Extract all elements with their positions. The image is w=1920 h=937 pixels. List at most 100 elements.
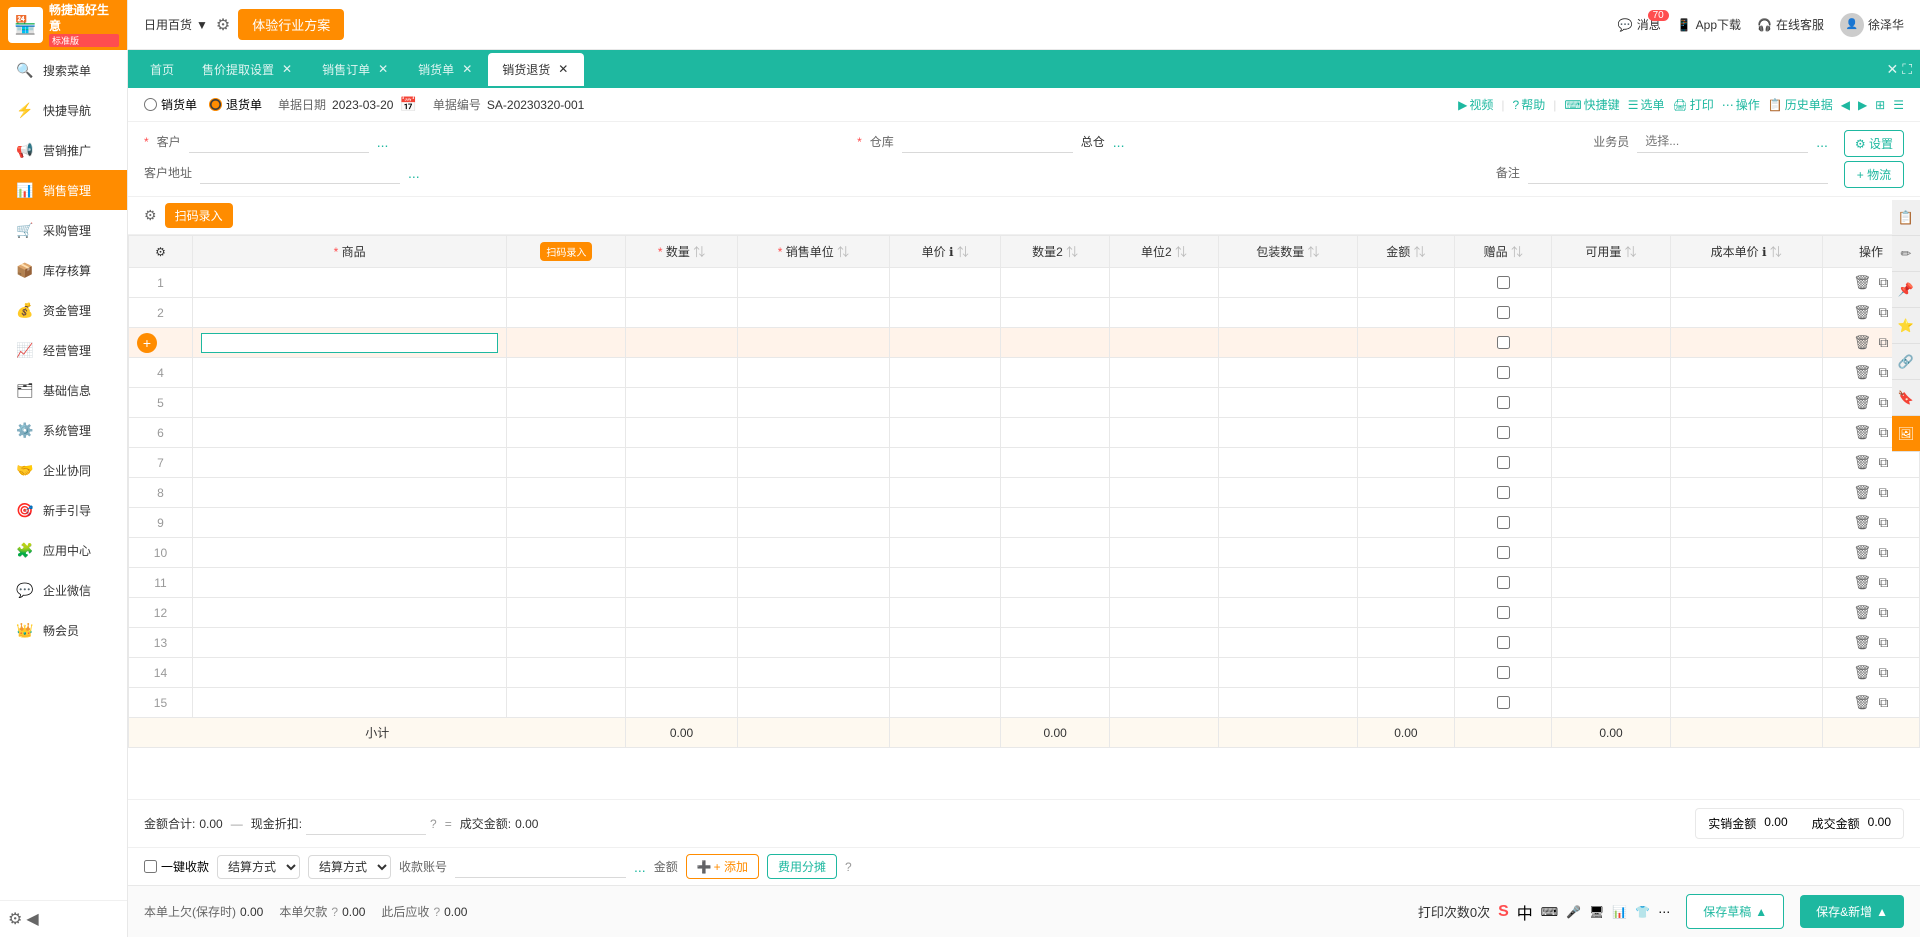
gift-checkbox-wrap[interactable] (1463, 546, 1543, 559)
delete-row-btn[interactable]: 🗑 (1851, 452, 1873, 473)
gift-checkbox[interactable] (1497, 276, 1510, 289)
sidebar-item-sales[interactable]: 📊销售管理 (0, 170, 127, 210)
next-btn[interactable]: ▶ (1858, 98, 1867, 112)
product-cell[interactable] (192, 538, 506, 568)
gift-checkbox-wrap[interactable] (1463, 426, 1543, 439)
gift-checkbox-wrap[interactable] (1463, 696, 1543, 709)
tab-close-price[interactable]: ✕ (280, 62, 294, 76)
tab-price[interactable]: 售价提取设置✕ (188, 53, 308, 86)
receivable-info-btn[interactable]: ? (433, 905, 440, 919)
list-view-btn[interactable]: ☰ (1893, 98, 1904, 112)
daily-select-btn[interactable]: 日用百货 ▼ (144, 16, 208, 33)
topbar-gear-btn[interactable]: ⚙ (216, 15, 230, 35)
copy-row-btn[interactable]: ⧉ (1877, 362, 1891, 383)
sidebar-item-member[interactable]: 👑畅会员 (0, 610, 127, 650)
one-click-pay-checkbox[interactable]: 一键收款 (144, 858, 209, 875)
account-select-btn[interactable]: ... (634, 859, 646, 875)
copy-row-btn[interactable]: ⧉ (1877, 332, 1891, 353)
settle-method-select[interactable]: 结算方式 (217, 855, 300, 879)
online-service-btn[interactable]: 🎧 在线客服 (1757, 16, 1824, 33)
copy-row-btn[interactable]: ⧉ (1877, 542, 1891, 563)
staff-input[interactable] (1637, 130, 1808, 153)
gift-checkbox-wrap[interactable] (1463, 486, 1543, 499)
product-cell[interactable] (192, 478, 506, 508)
delete-row-btn[interactable]: 🗑 (1851, 542, 1873, 563)
sidebar-item-marketing[interactable]: 📢营销推广 (0, 130, 127, 170)
customer-select-btn[interactable]: ... (377, 134, 389, 150)
gift-checkbox[interactable] (1497, 426, 1510, 439)
product-cell[interactable] (192, 448, 506, 478)
product-cell[interactable] (192, 628, 506, 658)
copy-row-btn[interactable]: ⧉ (1877, 482, 1891, 503)
sidebar-item-cooperation[interactable]: 🤝企业协同 (0, 450, 127, 490)
delete-row-btn[interactable]: 🗑 (1851, 302, 1873, 323)
tab-close-sales_order[interactable]: ✕ (376, 62, 390, 76)
settings-side-btn[interactable]: ⚙ 设置 (1844, 130, 1904, 157)
gift-checkbox[interactable] (1497, 666, 1510, 679)
delete-row-btn[interactable]: 🗑 (1851, 362, 1873, 383)
product-cell[interactable] (192, 688, 506, 718)
rp-orange-btn[interactable]: 🖼 (1892, 416, 1920, 452)
copy-row-btn[interactable]: ⧉ (1877, 272, 1891, 293)
return-radio[interactable]: 退货单 (209, 96, 262, 113)
add-row-btn[interactable]: + (137, 333, 157, 353)
gift-checkbox[interactable] (1497, 606, 1510, 619)
copy-row-btn[interactable]: ⧉ (1877, 692, 1891, 713)
gift-checkbox[interactable] (1497, 576, 1510, 589)
gift-checkbox-wrap[interactable] (1463, 306, 1543, 319)
delete-row-btn[interactable]: 🗑 (1851, 692, 1873, 713)
product-cell[interactable] (192, 328, 506, 358)
copy-row-btn[interactable]: ⧉ (1877, 602, 1891, 623)
gift-checkbox-wrap[interactable] (1463, 456, 1543, 469)
staff-select-btn[interactable]: ... (1816, 134, 1828, 150)
sidebar-item-basic[interactable]: 🗂基础信息 (0, 370, 127, 410)
product-cell[interactable] (192, 568, 506, 598)
discount-info-btn[interactable]: ? (430, 817, 437, 831)
fee-info-btn[interactable]: ? (845, 860, 852, 874)
product-cell[interactable] (192, 388, 506, 418)
tab-home[interactable]: 首页 (136, 53, 188, 86)
sidebar-collapse-btn[interactable]: ◀ (26, 909, 38, 929)
tab-close-sales[interactable]: ✕ (460, 62, 474, 76)
select-btn[interactable]: ☰ 选单 (1628, 96, 1665, 113)
rp-edit-btn[interactable]: ✏ (1892, 236, 1920, 272)
prev-btn[interactable]: ◀ (1841, 98, 1850, 112)
calc-method-select[interactable]: 结算方式 (308, 855, 391, 879)
video-btn[interactable]: ▶ 视频 (1458, 96, 1493, 113)
address-input[interactable] (200, 161, 400, 184)
sidebar-item-wechat[interactable]: 💬企业微信 (0, 570, 127, 610)
add-payment-btn[interactable]: ➕ + 添加 (686, 854, 759, 879)
date-picker-btn[interactable]: 📅 (399, 96, 416, 113)
gift-checkbox-wrap[interactable] (1463, 276, 1543, 289)
gift-checkbox-wrap[interactable] (1463, 606, 1543, 619)
gift-checkbox-wrap[interactable] (1463, 666, 1543, 679)
delete-row-btn[interactable]: 🗑 (1851, 632, 1873, 653)
trial-btn[interactable]: 体验行业方案 (238, 9, 344, 40)
delete-row-btn[interactable]: 🗑 (1851, 602, 1873, 623)
copy-row-btn[interactable]: ⧉ (1877, 452, 1891, 473)
gift-checkbox[interactable] (1497, 486, 1510, 499)
copy-row-btn[interactable]: ⧉ (1877, 392, 1891, 413)
delete-row-btn[interactable]: 🗑 (1851, 512, 1873, 533)
sidebar-item-system[interactable]: ⚙️系统管理 (0, 410, 127, 450)
user-menu-btn[interactable]: 👤 徐泽华 (1840, 13, 1904, 37)
gift-checkbox[interactable] (1497, 366, 1510, 379)
sidebar-item-finance[interactable]: 💰资金管理 (0, 290, 127, 330)
address-select-btn[interactable]: ... (408, 165, 420, 181)
sales-radio[interactable]: 销货单 (144, 96, 197, 113)
message-btn[interactable]: 💬 消息 70 (1618, 16, 1661, 33)
gift-checkbox[interactable] (1497, 636, 1510, 649)
copy-row-btn[interactable]: ⧉ (1877, 512, 1891, 533)
logistics-btn[interactable]: + 物流 (1844, 161, 1904, 188)
gift-checkbox-wrap[interactable] (1463, 336, 1543, 349)
product-cell[interactable] (192, 298, 506, 328)
scan-btn[interactable]: 扫码录入 (165, 203, 233, 228)
th-scan-btn[interactable]: 扫码录入 (540, 242, 592, 261)
gift-checkbox-wrap[interactable] (1463, 396, 1543, 409)
save-new-btn[interactable]: 保存&新增 ▲ (1800, 895, 1904, 928)
delete-row-btn[interactable]: 🗑 (1851, 572, 1873, 593)
save-draft-btn[interactable]: 保存草稿 ▲ (1686, 894, 1784, 929)
gift-checkbox[interactable] (1497, 336, 1510, 349)
product-input[interactable] (201, 333, 498, 353)
expand-tab-btn[interactable]: ⛶ (1902, 61, 1912, 78)
